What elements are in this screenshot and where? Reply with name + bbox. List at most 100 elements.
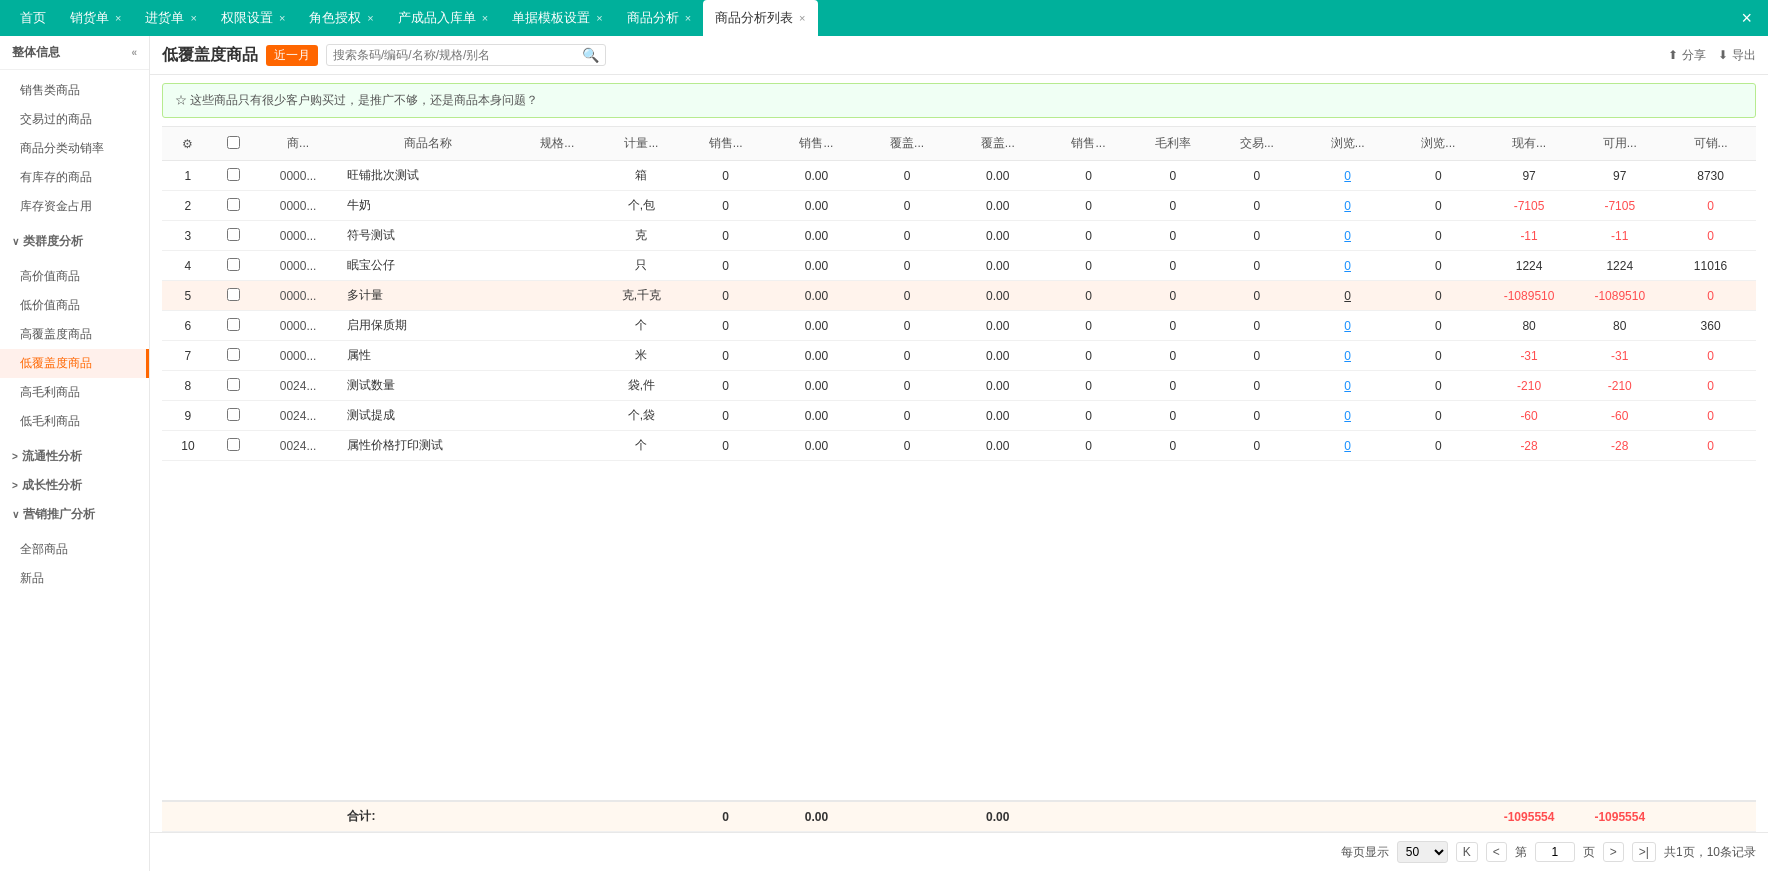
close-tab-goods-analysis[interactable]: × [685, 12, 691, 24]
row-checkbox[interactable] [214, 371, 253, 401]
prev-page-button[interactable]: < [1486, 842, 1507, 862]
sidebar-top-item[interactable]: 整体信息 « [0, 36, 149, 70]
sidebar-group2-header[interactable]: ∨ 类群度分析 [0, 227, 149, 256]
row-check-input[interactable] [227, 288, 240, 301]
tab-sales[interactable]: 销货单 × [58, 0, 133, 36]
row-num: 4 [162, 251, 214, 281]
row-checkbox[interactable] [214, 221, 253, 251]
row-check-input[interactable] [227, 168, 240, 181]
select-all-checkbox[interactable] [227, 136, 240, 149]
row-browse1[interactable]: 0 [1302, 191, 1393, 221]
sidebar-item-high-coverage[interactable]: 高覆盖度商品 [0, 320, 149, 349]
last-page-button[interactable]: >| [1632, 842, 1656, 862]
row-coverage1: 0 [862, 281, 953, 311]
row-checkbox[interactable] [214, 431, 253, 461]
row-browse1[interactable]: 0 [1302, 221, 1393, 251]
sidebar-item-stock-goods[interactable]: 有库存的商品 [0, 163, 149, 192]
page-number-input[interactable] [1535, 842, 1575, 862]
sidebar-group5-header[interactable]: ∨ 营销推广分析 [0, 500, 149, 529]
close-tab-sales[interactable]: × [115, 12, 121, 24]
col-settings[interactable]: ⚙ [162, 127, 214, 161]
row-spec [512, 251, 603, 281]
sidebar-item-low-margin[interactable]: 低毛利商品 [0, 407, 149, 436]
col-available-stock-header: 可用... [1574, 127, 1665, 161]
row-check-input[interactable] [227, 438, 240, 451]
row-checkbox[interactable] [214, 341, 253, 371]
tab-production[interactable]: 产成品入库单 × [386, 0, 500, 36]
row-check-input[interactable] [227, 198, 240, 211]
close-all-button[interactable]: × [1733, 8, 1760, 29]
row-check-input[interactable] [227, 258, 240, 271]
row-checkbox[interactable] [214, 401, 253, 431]
share-button[interactable]: ⬆ 分享 [1668, 47, 1706, 64]
row-spec [512, 191, 603, 221]
row-code: 0000... [253, 341, 344, 371]
close-tab-role[interactable]: × [367, 12, 373, 24]
row-sales-count: 0 [1043, 191, 1134, 221]
row-checkbox[interactable] [214, 311, 253, 341]
close-tab-purchase[interactable]: × [190, 12, 196, 24]
search-input[interactable] [333, 48, 582, 62]
export-button[interactable]: ⬇ 导出 [1718, 47, 1756, 64]
row-checkbox[interactable] [214, 161, 253, 191]
tab-goods-analysis-list[interactable]: 商品分析列表 × [703, 0, 817, 36]
next-page-button[interactable]: > [1603, 842, 1624, 862]
sidebar-item-high-margin[interactable]: 高毛利商品 [0, 378, 149, 407]
sidebar-item-traded-goods[interactable]: 交易过的商品 [0, 105, 149, 134]
row-browse1[interactable]: 0 [1302, 311, 1393, 341]
close-tab-permission[interactable]: × [279, 12, 285, 24]
sidebar-item-category-rate[interactable]: 商品分类动销率 [0, 134, 149, 163]
row-check-input[interactable] [227, 378, 240, 391]
row-checkbox[interactable] [214, 281, 253, 311]
tab-home[interactable]: 首页 [8, 0, 58, 36]
row-sales-qty: 0 [680, 431, 771, 461]
close-tab-template[interactable]: × [596, 12, 602, 24]
sidebar-item-stock-capital[interactable]: 库存资金占用 [0, 192, 149, 221]
col-coverage1-header: 覆盖... [862, 127, 953, 161]
row-check-input[interactable] [227, 318, 240, 331]
row-browse1[interactable]: 0 [1302, 161, 1393, 191]
sidebar-item-low-coverage[interactable]: 低覆盖度商品 [0, 349, 149, 378]
row-browse1[interactable]: 0 [1302, 371, 1393, 401]
row-browse1[interactable]: 0 [1302, 251, 1393, 281]
first-page-button[interactable]: K [1456, 842, 1478, 862]
sidebar-item-low-value[interactable]: 低价值商品 [0, 291, 149, 320]
sidebar-item-high-value[interactable]: 高价值商品 [0, 262, 149, 291]
col-checkbox[interactable] [214, 127, 253, 161]
row-checkbox[interactable] [214, 191, 253, 221]
row-num: 3 [162, 221, 214, 251]
row-checkbox[interactable] [214, 251, 253, 281]
search-icon[interactable]: 🔍 [582, 47, 599, 63]
row-browse1[interactable]: 0 [1302, 401, 1393, 431]
row-available-stock: -60 [1574, 401, 1665, 431]
row-unit: 米 [603, 341, 681, 371]
row-check-input[interactable] [227, 408, 240, 421]
tab-permission[interactable]: 权限设置 × [209, 0, 297, 36]
col-name-header: 商品名称 [343, 127, 511, 161]
row-sales-amt: 0.00 [771, 221, 862, 251]
page-label: 第 [1515, 844, 1527, 861]
close-tab-goods-analysis-list[interactable]: × [799, 12, 805, 24]
sidebar-group4-header[interactable]: > 成长性分析 [0, 471, 149, 500]
tab-goods-analysis[interactable]: 商品分析 × [615, 0, 703, 36]
sidebar-item-all-goods[interactable]: 全部商品 [0, 535, 149, 564]
row-num: 9 [162, 401, 214, 431]
time-filter-button[interactable]: 近一月 [266, 45, 318, 66]
collapse-icon[interactable]: « [131, 47, 137, 58]
row-check-input[interactable] [227, 228, 240, 241]
row-trade: 0 [1212, 371, 1303, 401]
row-browse1[interactable]: 0 [1302, 431, 1393, 461]
row-browse1[interactable]: 0 [1302, 281, 1393, 311]
tab-template[interactable]: 单据模板设置 × [500, 0, 614, 36]
row-check-input[interactable] [227, 348, 240, 361]
sidebar-item-sales-goods[interactable]: 销售类商品 [0, 76, 149, 105]
tab-purchase[interactable]: 进货单 × [133, 0, 208, 36]
col-spec-header: 规格... [512, 127, 603, 161]
per-page-select[interactable]: 50 10 20 100 [1397, 841, 1448, 863]
close-tab-production[interactable]: × [482, 12, 488, 24]
sidebar-group3-header[interactable]: > 流通性分析 [0, 442, 149, 471]
row-browse1[interactable]: 0 [1302, 341, 1393, 371]
tab-role[interactable]: 角色授权 × [297, 0, 385, 36]
table-row: 5 0000... 多计量 克,千克 0 0.00 0 0.00 0 0 0 0… [162, 281, 1756, 311]
sidebar-item-new-goods[interactable]: 新品 [0, 564, 149, 593]
